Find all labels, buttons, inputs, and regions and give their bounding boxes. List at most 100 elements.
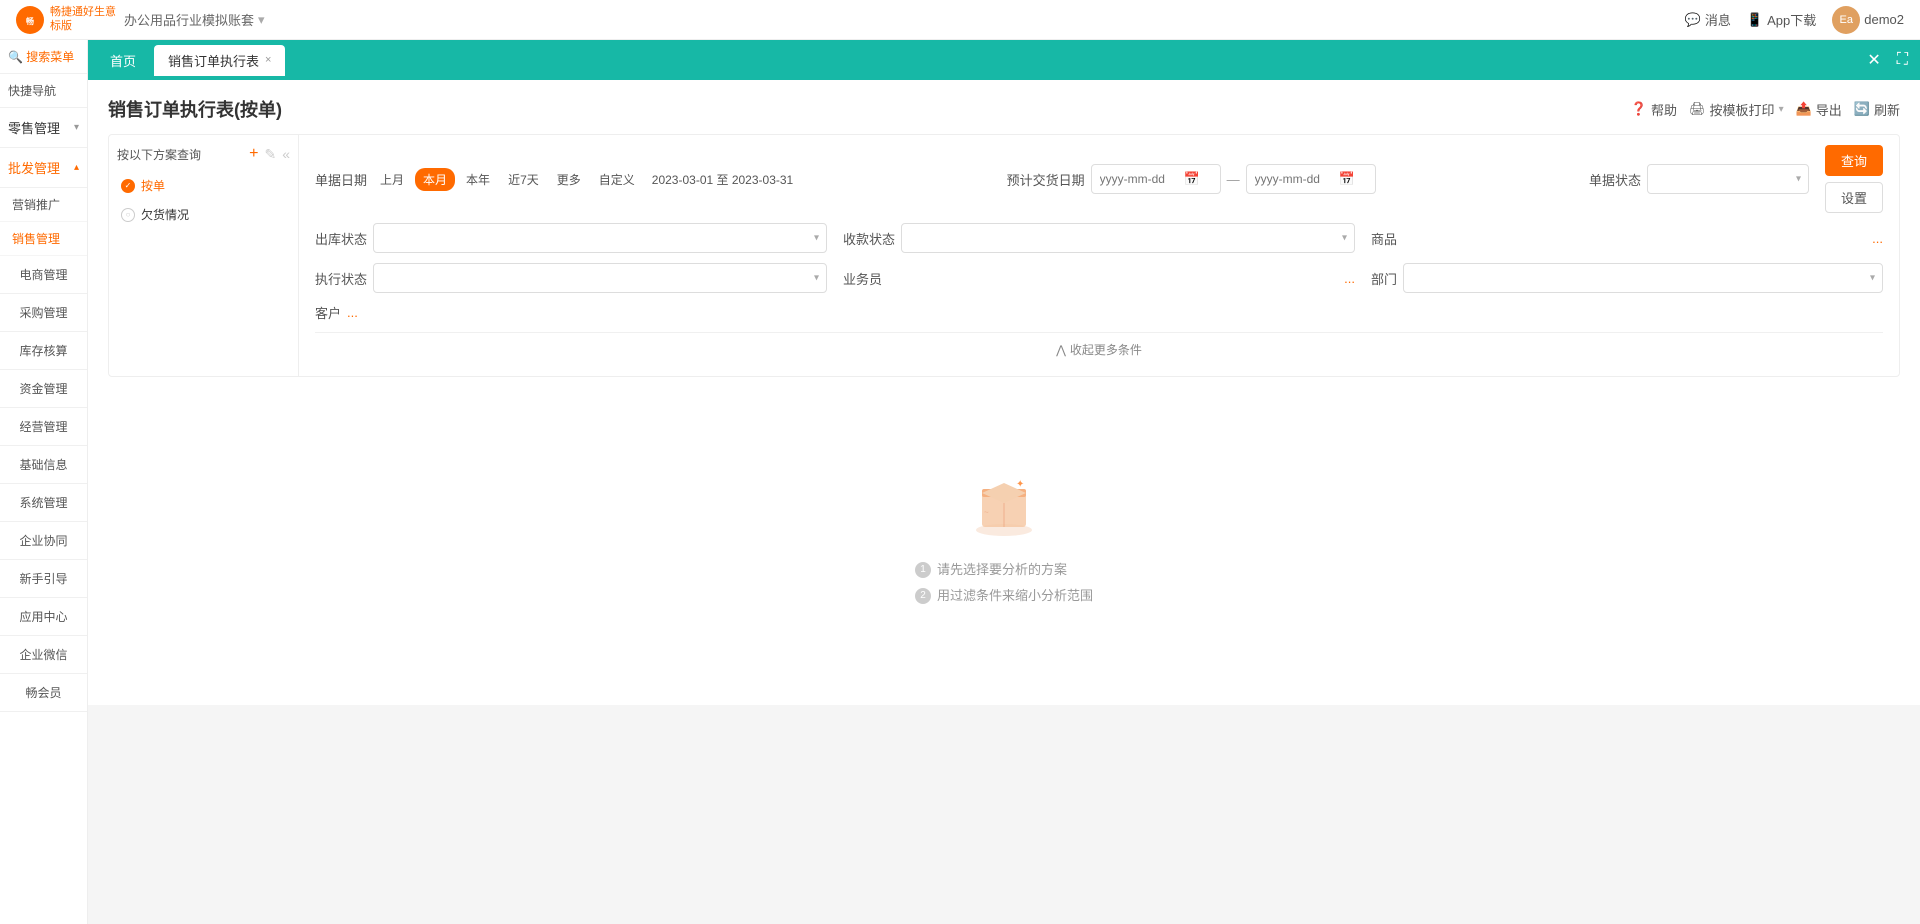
btn-more-date[interactable]: 更多 bbox=[550, 168, 588, 191]
date-field-group: 单据日期 上月 本月 本年 近7天 更多 自定义 2023-03-01 至 20… bbox=[315, 168, 793, 191]
collection-status-label: 收款状态 bbox=[843, 229, 895, 248]
calendar-to-icon: 📅 bbox=[1339, 171, 1355, 187]
goods-group: 商品 ... bbox=[1371, 229, 1883, 248]
tab-bar: 首页 销售订单执行表 × ✕ ⛶ bbox=[88, 40, 1920, 80]
sidebar-quick-nav[interactable]: 快捷导航 bbox=[0, 74, 87, 108]
exec-status-group: 执行状态 ▾ bbox=[315, 263, 827, 293]
wholesale-chevron: ▴ bbox=[74, 162, 79, 173]
export-btn[interactable]: 📤 导出 bbox=[1796, 100, 1842, 119]
salesman-label: 业务员 bbox=[843, 269, 882, 288]
window-expand-btn[interactable]: ⛶ bbox=[1893, 49, 1912, 71]
empty-illustration: ✦ ~ bbox=[964, 465, 1044, 545]
filter-panel: 按以下方案查询 + ✎ « ✓ 按单 ○ bbox=[108, 134, 1900, 377]
sidebar-item-appcenter[interactable]: 应用中心 bbox=[0, 598, 87, 636]
date-quick-btns: 上月 本月 本年 近7天 更多 自定义 bbox=[373, 168, 642, 191]
scheme-item-backorder[interactable]: ○ 欠货情况 bbox=[117, 200, 290, 229]
main-layout: 🔍 搜索菜单 快捷导航 零售管理 ▾ 批发管理 ▴ 营销推广 销售管理 电商管理… bbox=[0, 40, 1920, 924]
empty-tips: 1 请先选择要分析的方案 2 用过滤条件来缩小分析范围 bbox=[915, 557, 1093, 609]
filter-row-4: 客户 ... bbox=[315, 303, 1883, 322]
breadcrumb: 办公用品行业模拟账套 ▾ bbox=[124, 10, 265, 29]
svg-text:✦: ✦ bbox=[1016, 479, 1024, 490]
refresh-btn[interactable]: 🔄 刷新 bbox=[1854, 100, 1900, 119]
header-left: 畅 畅捷通好生意 标版 办公用品行业模拟账套 ▾ bbox=[16, 6, 265, 34]
outbound-status-label: 出库状态 bbox=[315, 229, 367, 248]
btn-custom-date[interactable]: 自定义 bbox=[592, 168, 642, 191]
btn-prev-month[interactable]: 上月 bbox=[373, 168, 411, 191]
collapse-scheme-btn[interactable]: « bbox=[282, 146, 290, 162]
sidebar-item-purchase[interactable]: 采购管理 bbox=[0, 294, 87, 332]
tab-sales-execution[interactable]: 销售订单执行表 × bbox=[154, 45, 285, 76]
avatar: Ea bbox=[1832, 6, 1860, 34]
btn-this-year[interactable]: 本年 bbox=[459, 168, 497, 191]
message-btn[interactable]: 💬 消息 bbox=[1685, 10, 1731, 29]
collapse-icon: ⋀ bbox=[1056, 343, 1066, 357]
logo-area: 畅 畅捷通好生意 标版 bbox=[16, 6, 116, 34]
scheme-item-by-order[interactable]: ✓ 按单 bbox=[117, 171, 290, 200]
settings-btn[interactable]: 设置 bbox=[1825, 182, 1883, 213]
sidebar-item-ecommerce[interactable]: 电商管理 bbox=[0, 256, 87, 294]
scheme-actions: + ✎ « bbox=[249, 145, 290, 163]
date-range-text: 2023-03-01 至 2023-03-31 bbox=[652, 171, 793, 188]
sidebar-item-finance[interactable]: 资金管理 bbox=[0, 370, 87, 408]
scheme-header: 按以下方案查询 + ✎ « bbox=[117, 145, 290, 163]
sidebar-item-newuser[interactable]: 新手引导 bbox=[0, 560, 87, 598]
expected-date-from[interactable] bbox=[1100, 172, 1180, 186]
content-area: 首页 销售订单执行表 × ✕ ⛶ 销售订单执行表(按单) bbox=[88, 40, 1920, 924]
customer-group: 客户 ... bbox=[315, 303, 527, 322]
help-btn[interactable]: ❓ 帮助 bbox=[1631, 100, 1677, 119]
tip-num-2: 2 bbox=[915, 588, 931, 604]
scheme-label: 按以下方案查询 bbox=[117, 146, 201, 163]
edit-scheme-btn[interactable]: ✎ bbox=[264, 146, 276, 163]
tab-home[interactable]: 首页 bbox=[96, 45, 150, 76]
expected-date-to[interactable] bbox=[1255, 172, 1335, 186]
empty-tip-1: 1 请先选择要分析的方案 bbox=[915, 557, 1093, 583]
filter-row-2: 出库状态 ▾ 收款状态 ▾ bbox=[315, 223, 1883, 253]
user-area[interactable]: Ea demo2 bbox=[1832, 6, 1904, 34]
sidebar-item-inventory[interactable]: 库存核算 bbox=[0, 332, 87, 370]
breadcrumb-text: 办公用品行业模拟账套 bbox=[124, 10, 254, 29]
sidebar-item-retail[interactable]: 零售管理 ▾ bbox=[0, 108, 87, 148]
query-btn[interactable]: 查询 bbox=[1825, 145, 1883, 176]
header-right: 💬 消息 📱 App下载 Ea demo2 bbox=[1685, 6, 1904, 34]
btn-recent-7[interactable]: 近7天 bbox=[501, 168, 546, 191]
sidebar-item-management[interactable]: 经营管理 bbox=[0, 408, 87, 446]
collapse-more-btn[interactable]: ⋀ 收起更多条件 bbox=[315, 332, 1883, 366]
order-status-select[interactable] bbox=[1647, 164, 1809, 194]
order-status-group: 单据状态 ▾ bbox=[1589, 164, 1809, 194]
sidebar-item-sales[interactable]: 销售管理 bbox=[0, 222, 87, 256]
exec-status-select[interactable] bbox=[373, 263, 827, 293]
outbound-status-select[interactable] bbox=[373, 223, 827, 253]
app-icon: 📱 bbox=[1747, 12, 1763, 28]
window-close-btn[interactable]: ✕ bbox=[1863, 48, 1884, 72]
search-icon: 🔍 bbox=[8, 50, 23, 64]
dept-select[interactable] bbox=[1403, 263, 1883, 293]
sidebar-item-system[interactable]: 系统管理 bbox=[0, 484, 87, 522]
page-content: 销售订单执行表(按单) ❓ 帮助 🖨 按模板打印 ▾ 📤 bbox=[88, 80, 1920, 924]
page-title-row: 销售订单执行表(按单) ❓ 帮助 🖨 按模板打印 ▾ 📤 bbox=[108, 96, 1900, 122]
scheme-dot-active: ✓ bbox=[121, 179, 135, 193]
print-btn[interactable]: 🖨 按模板打印 ▾ bbox=[1689, 100, 1784, 119]
collection-status-select[interactable] bbox=[901, 223, 1355, 253]
filter-row-1: 单据日期 上月 本月 本年 近7天 更多 自定义 2023-03-01 至 20… bbox=[315, 145, 1883, 213]
btn-current-month[interactable]: 本月 bbox=[415, 168, 455, 191]
sidebar-item-member[interactable]: 畅会员 bbox=[0, 674, 87, 712]
sidebar-item-enterprise[interactable]: 企业协同 bbox=[0, 522, 87, 560]
tab-close-icon[interactable]: × bbox=[265, 54, 271, 66]
customer-more-btn[interactable]: ... bbox=[347, 305, 358, 320]
sidebar-item-marketing[interactable]: 营销推广 bbox=[0, 188, 87, 222]
page-inner: 销售订单执行表(按单) ❓ 帮助 🖨 按模板打印 ▾ 📤 bbox=[88, 80, 1920, 705]
sidebar-item-wholesale[interactable]: 批发管理 ▴ bbox=[0, 148, 87, 188]
sidebar-search[interactable]: 🔍 搜索菜单 bbox=[0, 40, 87, 74]
tab-bar-left: 首页 销售订单执行表 × bbox=[96, 45, 285, 76]
help-icon: ❓ bbox=[1631, 101, 1647, 117]
goods-more-btn[interactable]: ... bbox=[1872, 231, 1883, 246]
sidebar-item-basicinfo[interactable]: 基础信息 bbox=[0, 446, 87, 484]
dept-group: 部门 ▾ bbox=[1371, 263, 1883, 293]
add-scheme-btn[interactable]: + bbox=[249, 145, 258, 163]
sidebar-item-wxwork[interactable]: 企业微信 bbox=[0, 636, 87, 674]
salesman-more-btn[interactable]: ... bbox=[1344, 271, 1355, 286]
breadcrumb-arrow[interactable]: ▾ bbox=[258, 12, 265, 28]
outbound-status-group: 出库状态 ▾ bbox=[315, 223, 827, 253]
app-download-btn[interactable]: 📱 App下载 bbox=[1747, 10, 1816, 29]
scheme-dot-inactive: ○ bbox=[121, 208, 135, 222]
